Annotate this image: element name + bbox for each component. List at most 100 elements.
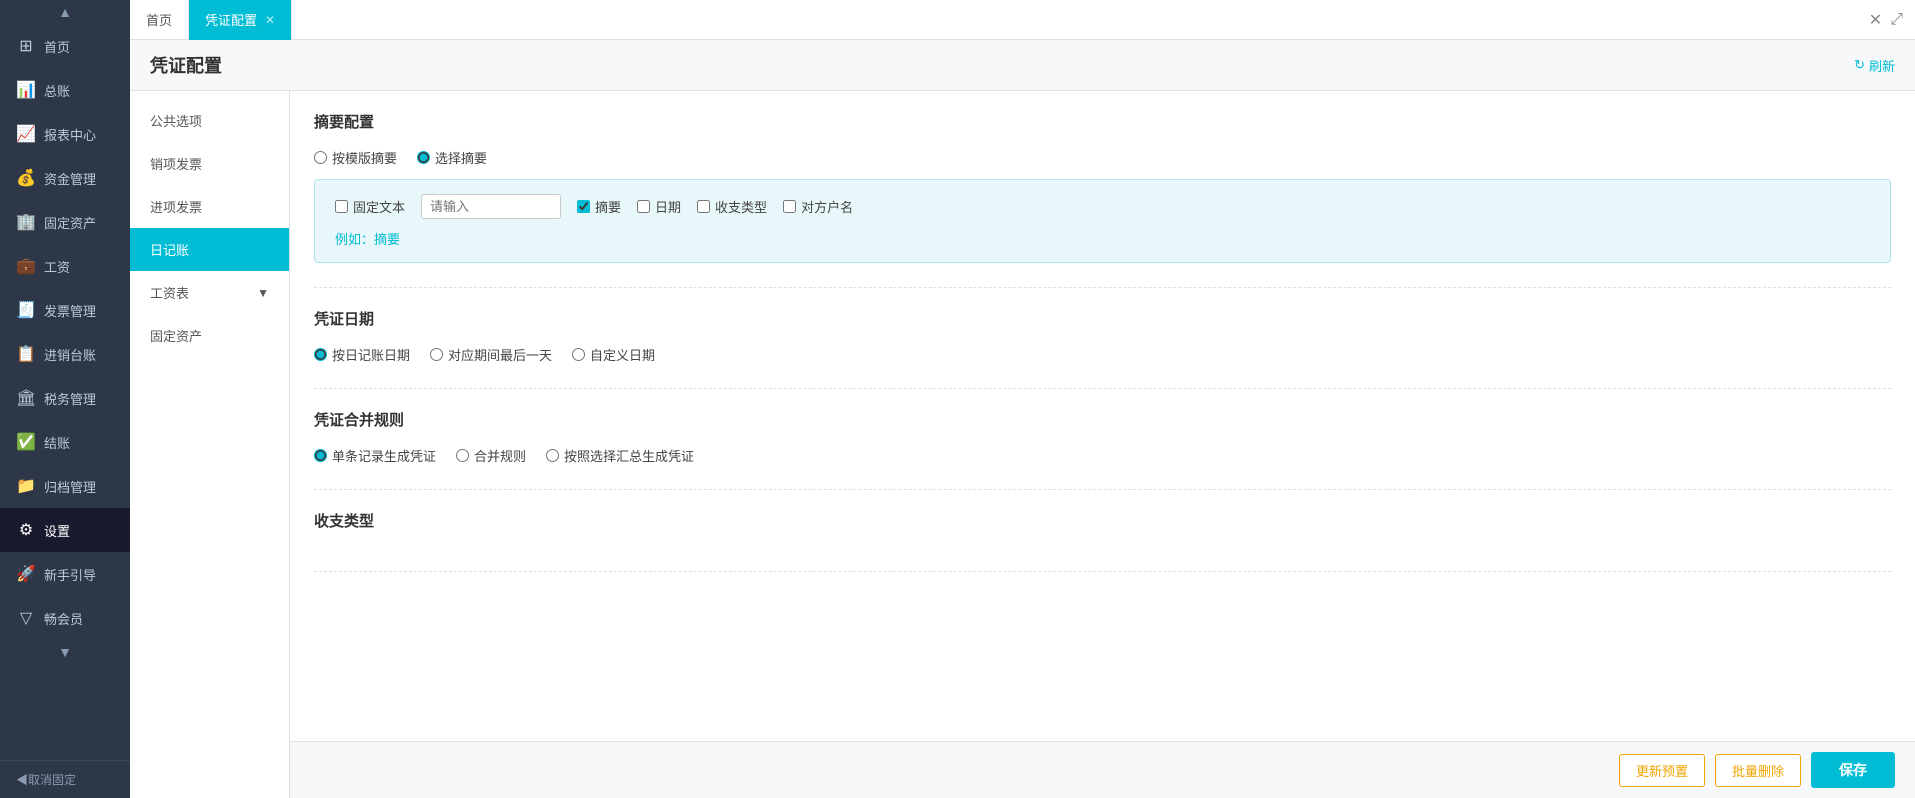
check-income-type-span: 收支类型	[715, 197, 767, 216]
rocket-icon: 🚀	[16, 564, 36, 584]
content-layout: 公共选项 销项发票 进项发票 日记账 工资表 ▼ 固定资产 摘要配置	[130, 91, 1915, 798]
check-counterpart-span: 对方户名	[801, 197, 853, 216]
radio-select-merge[interactable]	[546, 449, 559, 462]
sidebar-item-fixed-assets[interactable]: 🏢 固定资产	[0, 200, 130, 244]
tab-expand-button[interactable]: ⤢	[1890, 11, 1903, 29]
check-summary[interactable]	[577, 200, 590, 213]
sidebar-item-sales-ledger[interactable]: 📋 进销台账	[0, 332, 130, 376]
check-summary-label[interactable]: 摘要	[577, 197, 621, 216]
batch-delete-button[interactable]: 批量删除	[1715, 754, 1801, 787]
tab-bar: 首页 凭证配置 ✕ ✕ ⤢	[130, 0, 1915, 40]
check-date-span: 日期	[655, 197, 681, 216]
sidebar-scroll-up[interactable]: ▲	[0, 0, 130, 24]
radio-custom-date-label[interactable]: 自定义日期	[572, 345, 655, 364]
radio-single-text: 单条记录生成凭证	[332, 446, 436, 465]
radio-select[interactable]	[417, 151, 430, 164]
left-nav-fixed-assets[interactable]: 固定资产	[130, 314, 289, 357]
radio-single[interactable]	[314, 449, 327, 462]
radio-select-merge-text: 按照选择汇总生成凭证	[564, 446, 694, 465]
left-nav-fixed-assets-label: 固定资产	[150, 326, 202, 345]
check-income-type[interactable]	[697, 200, 710, 213]
check-counterpart-label[interactable]: 对方户名	[783, 197, 853, 216]
check-fixed-text[interactable]	[335, 200, 348, 213]
sidebar-item-archive[interactable]: 📁 归档管理	[0, 464, 130, 508]
radio-by-journal-label[interactable]: 按日记账日期	[314, 345, 410, 364]
sidebar-item-label-arc: 归档管理	[44, 477, 96, 496]
sidebar-item-label-gd: 新手引导	[44, 565, 96, 584]
check-date-label[interactable]: 日期	[637, 197, 681, 216]
gear-icon: ⚙	[16, 520, 36, 540]
summary-config-box: 固定文本 摘要 日期 收支类型	[314, 179, 1891, 263]
fixed-text-input[interactable]	[421, 194, 561, 219]
left-nav-payroll-table[interactable]: 工资表 ▼	[130, 271, 289, 314]
sidebar-item-report-center[interactable]: 📈 报表中心	[0, 112, 130, 156]
radio-template-label[interactable]: 按模版摘要	[314, 148, 397, 167]
sidebar-item-tax-mgmt[interactable]: 🏛 税务管理	[0, 376, 130, 420]
income-type-section: 收支类型	[314, 510, 1891, 572]
radio-single-label[interactable]: 单条记录生成凭证	[314, 446, 436, 465]
archive-icon: 📁	[16, 476, 36, 496]
left-nav-public[interactable]: 公共选项	[130, 99, 289, 142]
left-nav-journal[interactable]: 日记账	[130, 228, 289, 271]
sidebar-item-settings[interactable]: ⚙ 设置	[0, 508, 130, 552]
radio-custom-date[interactable]	[572, 348, 585, 361]
sidebar-scroll-down[interactable]: ▼	[0, 640, 130, 664]
sidebar-item-home[interactable]: ⊞ 首页	[0, 24, 130, 68]
tab-voucher-config[interactable]: 凭证配置 ✕	[189, 0, 292, 40]
sidebar-item-payroll[interactable]: 💼 工资	[0, 244, 130, 288]
update-preview-button[interactable]: 更新预置	[1619, 754, 1705, 787]
refresh-button[interactable]: ↻ 刷新	[1854, 56, 1895, 75]
sidebar-item-guide[interactable]: 🚀 新手引导	[0, 552, 130, 596]
sidebar-item-settlement[interactable]: ✅ 结账	[0, 420, 130, 464]
left-nav-purchase-invoice[interactable]: 进项发票	[130, 185, 289, 228]
sidebar-item-fund-mgmt[interactable]: 💰 资金管理	[0, 156, 130, 200]
report-icon: 📈	[16, 124, 36, 144]
radio-last-day-label[interactable]: 对应期间最后一天	[430, 345, 552, 364]
sidebar-item-member[interactable]: ▽ 畅会员	[0, 596, 130, 640]
chevron-down-icon: ▼	[257, 286, 269, 300]
tab-minimize-button[interactable]: ✕	[1869, 10, 1882, 30]
refresh-icon: ↻	[1854, 57, 1865, 73]
summary-config-section: 摘要配置 按模版摘要 选择摘要 固定文本	[314, 111, 1891, 288]
tab-home-label: 首页	[146, 10, 172, 29]
radio-select-label[interactable]: 选择摘要	[417, 148, 487, 167]
check-income-type-label[interactable]: 收支类型	[697, 197, 767, 216]
tab-home[interactable]: 首页	[130, 0, 189, 40]
fund-icon: 💰	[16, 168, 36, 188]
refresh-label: 刷新	[1869, 56, 1895, 75]
invoice-icon: 🧾	[16, 300, 36, 320]
radio-select-merge-label[interactable]: 按照选择汇总生成凭证	[546, 446, 694, 465]
check-counterpart[interactable]	[783, 200, 796, 213]
voucher-merge-section: 凭证合并规则 单条记录生成凭证 合并规则 按照选择汇总生成凭证	[314, 409, 1891, 490]
check-fixed-text-label[interactable]: 固定文本	[335, 197, 405, 216]
sidebar-item-general-ledger[interactable]: 📊 总账	[0, 68, 130, 112]
check-date[interactable]	[637, 200, 650, 213]
radio-template[interactable]	[314, 151, 327, 164]
radio-merge[interactable]	[456, 449, 469, 462]
sidebar-item-label-gl: 总账	[44, 81, 70, 100]
radio-merge-label[interactable]: 合并规则	[456, 446, 526, 465]
voucher-merge-title: 凭证合并规则	[314, 409, 1891, 430]
sidebar-item-invoice-mgmt[interactable]: 🧾 发票管理	[0, 288, 130, 332]
tab-voucher-config-label: 凭证配置	[205, 10, 257, 29]
sidebar-item-label-stg: 设置	[44, 521, 70, 540]
sidebar-cancel-fixed[interactable]: ◀取消固定	[0, 760, 130, 798]
ledger-icon: 📋	[16, 344, 36, 364]
example-text: 例如：摘要	[335, 229, 1870, 248]
left-nav-public-label: 公共选项	[150, 111, 202, 130]
save-button[interactable]: 保存	[1811, 752, 1895, 788]
left-nav-sales-invoice-label: 销项发票	[150, 154, 202, 173]
radio-last-day[interactable]	[430, 348, 443, 361]
chart-icon: 📊	[16, 80, 36, 100]
sidebar-item-label-mem: 畅会员	[44, 609, 83, 628]
left-nav-sales-invoice[interactable]: 销项发票	[130, 142, 289, 185]
example-label: 例如：	[335, 232, 374, 247]
check-icon: ✅	[16, 432, 36, 452]
payroll-icon: 💼	[16, 256, 36, 276]
page-title: 凭证配置	[150, 52, 222, 78]
tab-close-icon[interactable]: ✕	[265, 13, 275, 27]
sidebar-item-label-fm: 资金管理	[44, 169, 96, 188]
summary-checkbox-row: 固定文本 摘要 日期 收支类型	[335, 194, 1870, 219]
radio-template-text: 按模版摘要	[332, 148, 397, 167]
radio-by-journal[interactable]	[314, 348, 327, 361]
